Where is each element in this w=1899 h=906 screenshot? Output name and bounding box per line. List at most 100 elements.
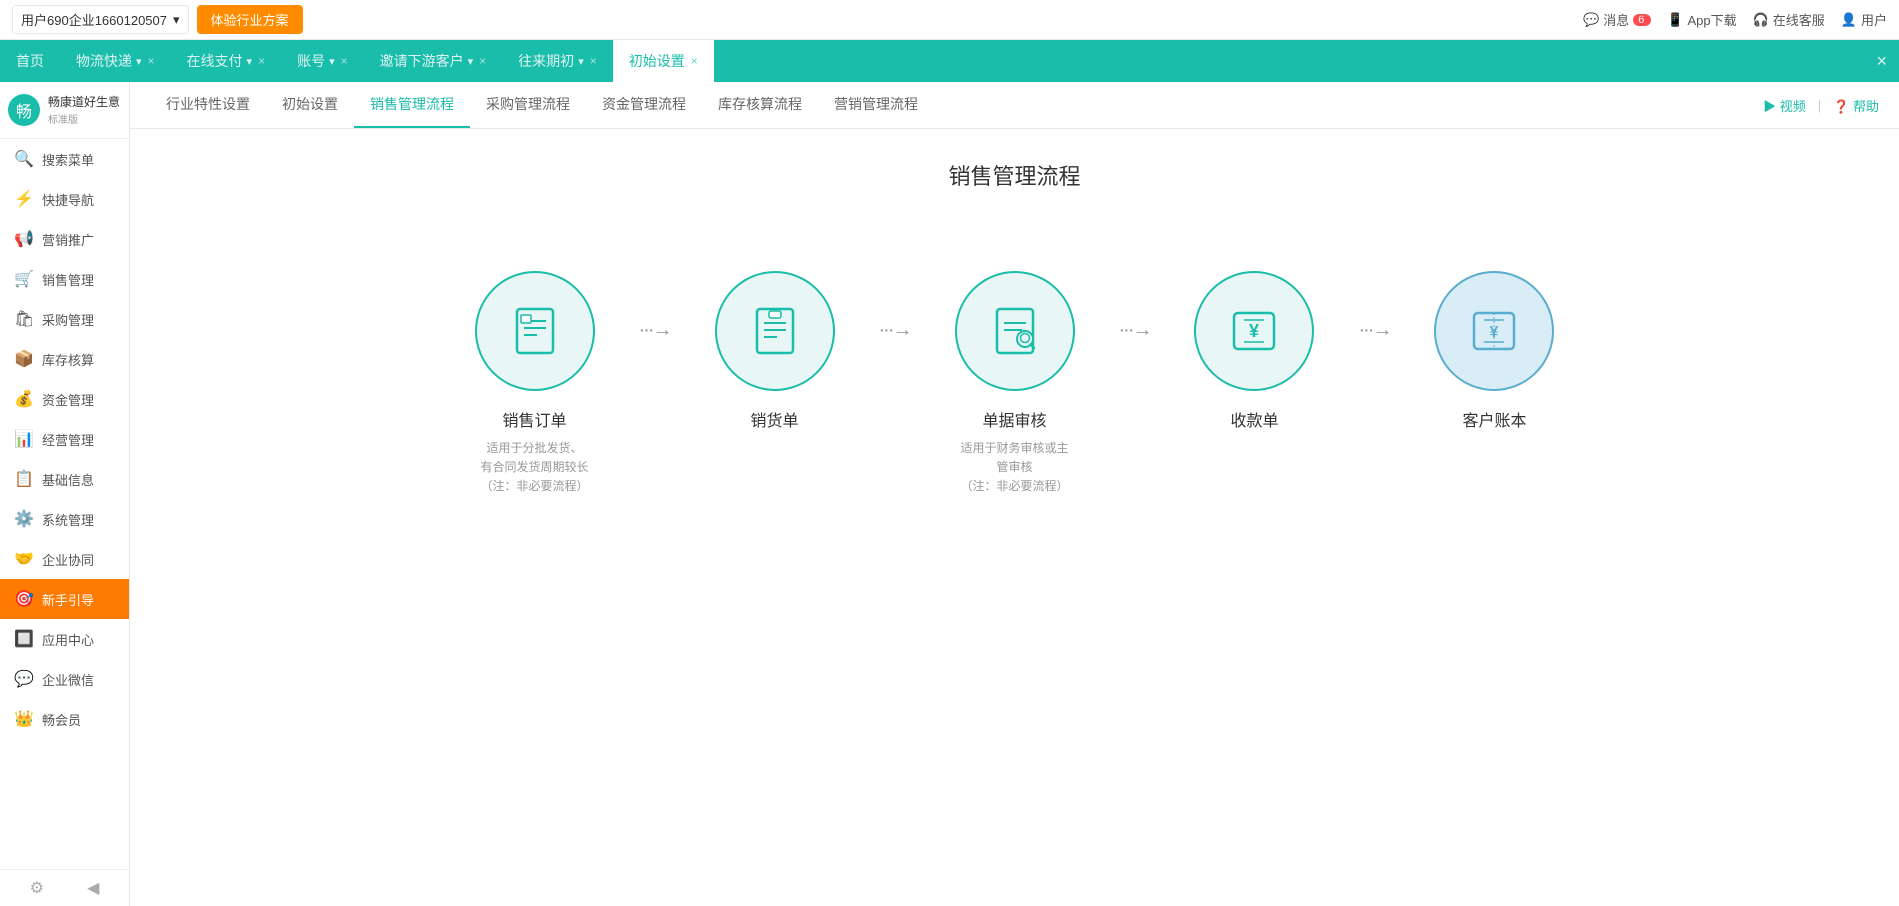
app-center-icon: 🔲 [14, 629, 34, 649]
sidebar-item-vip[interactable]: 👑 畅会员 [0, 699, 129, 739]
sub-nav-tabs: 行业特性设置 初始设置 销售管理流程 采购管理流程 资金管理流程 库存核算流程 [150, 82, 934, 128]
sidebar-item-enterprise-wechat-label: 企业微信 [42, 670, 94, 689]
arrow-dots-2: ···→ [879, 319, 911, 342]
search-icon: 🔍 [14, 149, 34, 169]
flow-label-ledger: 客户账本 [1462, 407, 1526, 431]
flow-circle-review [955, 271, 1075, 391]
sidebar-item-sales[interactable]: 🛒 销售管理 [0, 259, 129, 299]
tab-payment-close[interactable]: × [258, 54, 265, 68]
sidebar-item-collaboration[interactable]: 🤝 企业协同 [0, 539, 129, 579]
marketing-icon: 📢 [14, 229, 34, 249]
sidebar-item-system[interactable]: ⚙️ 系统管理 [0, 499, 129, 539]
quick-nav-icon: ⚡ [14, 189, 34, 209]
close-all-icon: × [1876, 51, 1887, 72]
tab-initial-setup[interactable]: 初始设置 × [613, 40, 714, 82]
enterprise-wechat-icon: 💬 [14, 669, 34, 689]
sidebar-item-app-center-label: 应用中心 [42, 630, 94, 649]
tab-logistics-arrow: ▾ [136, 55, 142, 68]
sidebar-item-basic-info[interactable]: 📋 基础信息 [0, 459, 129, 499]
sub-tab-purchase-flow-label: 采购管理流程 [486, 96, 570, 112]
sub-tab-marketing-flow[interactable]: 营销管理流程 [818, 82, 934, 128]
help-link[interactable]: ❓ 帮助 [1833, 96, 1879, 115]
sidebar-item-operations-label: 经营管理 [42, 430, 94, 449]
sub-tab-purchase-flow[interactable]: 采购管理流程 [470, 82, 586, 128]
tab-home-label: 首页 [16, 51, 44, 71]
flow-step-invoice[interactable]: 销货单 [675, 271, 875, 439]
sidebar-item-operations[interactable]: 📊 经营管理 [0, 419, 129, 459]
sidebar-menu: 🔍 搜索菜单 ⚡ 快捷导航 📢 营销推广 🛒 销售管理 🛍 采购管理 📦 [0, 139, 129, 869]
avatar-icon: 👤 [1841, 12, 1857, 28]
messages-label: 消息 [1603, 10, 1629, 29]
guide-icon: 🎯 [14, 589, 34, 609]
sub-tab-initial[interactable]: 初始设置 [266, 82, 354, 128]
sub-tab-industry[interactable]: 行业特性设置 [150, 82, 266, 128]
arrow-dots-4: ···→ [1358, 319, 1390, 342]
flow-step-ledger[interactable]: ¥ 客户账本 [1394, 271, 1594, 439]
tab-invite-customer-label: 邀请下游客户 [380, 51, 464, 71]
sidebar-item-sales-label: 销售管理 [42, 270, 94, 289]
sidebar-item-purchase-label: 采购管理 [42, 310, 94, 329]
tab-account-label: 账号 [297, 51, 325, 71]
tab-payment[interactable]: 在线支付 ▾ × [171, 40, 282, 82]
tab-invite-close[interactable]: × [479, 54, 486, 68]
sidebar-item-search[interactable]: 🔍 搜索菜单 [0, 139, 129, 179]
flow-step-receipt[interactable]: ¥ 收款单 [1154, 271, 1354, 439]
settings-footer-button[interactable]: ⚙ [30, 878, 44, 898]
flow-step-sales-order[interactable]: 销售订单 适用于分批发货、有合同发货周期较长（注：非必要流程） [435, 271, 635, 497]
user-avatar-link[interactable]: 👤 用户 [1841, 10, 1887, 29]
user-label: 用户 [1861, 10, 1887, 29]
sidebar-item-finance[interactable]: 💰 资金管理 [0, 379, 129, 419]
sub-tab-sales-flow-label: 销售管理流程 [370, 96, 454, 112]
tab-invite-customer[interactable]: 邀请下游客户 ▾ × [364, 40, 503, 82]
sidebar-item-finance-label: 资金管理 [42, 390, 94, 409]
tab-opening-balance-label: 往来期初 [518, 51, 574, 71]
sidebar-item-inventory[interactable]: 📦 库存核算 [0, 339, 129, 379]
sidebar-item-app-center[interactable]: 🔲 应用中心 [0, 619, 129, 659]
finance-icon: 💰 [14, 389, 34, 409]
help-label: 帮助 [1853, 99, 1879, 114]
message-icon: 💬 [1583, 12, 1599, 28]
trial-button[interactable]: 体验行业方案 [197, 5, 303, 34]
nav-tabs-bar: 首页 物流快递 ▾ × 在线支付 ▾ × 账号 ▾ × 邀请下游客户 ▾ × 往… [0, 40, 1899, 82]
messages-link[interactable]: 💬 消息 6 [1583, 10, 1651, 29]
tab-logistics[interactable]: 物流快递 ▾ × [60, 40, 171, 82]
tab-account-close[interactable]: × [341, 54, 348, 68]
sidebar-item-search-label: 搜索菜单 [42, 150, 94, 169]
sidebar-item-quick-nav[interactable]: ⚡ 快捷导航 [0, 179, 129, 219]
tab-logistics-label: 物流快递 [76, 51, 132, 71]
sub-tab-inventory-flow-label: 库存核算流程 [718, 96, 802, 112]
sidebar-item-marketing[interactable]: 📢 营销推广 [0, 219, 129, 259]
collapse-footer-button[interactable]: ◀ [87, 878, 99, 898]
video-help-link[interactable]: ▶ 视频 [1763, 96, 1806, 115]
flow-label-receipt: 收款单 [1230, 407, 1278, 431]
phone-icon: 📱 [1667, 12, 1683, 28]
tab-opening-balance[interactable]: 往来期初 ▾ × [502, 40, 613, 82]
sub-tab-inventory-flow[interactable]: 库存核算流程 [702, 82, 818, 128]
tab-initial-close[interactable]: × [691, 54, 698, 68]
sidebar: 畅 畅康道好生意 标准版 🔍 搜索菜单 ⚡ 快捷导航 📢 营销推广 🛒 销售管理 [0, 82, 130, 906]
user-selector[interactable]: 用户690企业1660120507 ▾ [12, 5, 189, 34]
flow-arrow-2: ···→ [875, 319, 915, 342]
sidebar-item-vip-label: 畅会员 [42, 710, 81, 729]
tab-account[interactable]: 账号 ▾ × [281, 40, 364, 82]
flow-circle-receipt: ¥ [1194, 271, 1314, 391]
sidebar-item-purchase[interactable]: 🛍 采购管理 [0, 299, 129, 339]
close-all-tabs-button[interactable]: × [1864, 40, 1899, 82]
operations-icon: 📊 [14, 429, 34, 449]
sidebar-item-quick-nav-label: 快捷导航 [42, 190, 94, 209]
sidebar-item-guide[interactable]: 🎯 新手引导 [0, 579, 129, 619]
flow-step-review[interactable]: 单据审核 适用于财务审核或主管审核（注：非必要流程） [915, 271, 1115, 497]
tab-opening-close[interactable]: × [590, 54, 597, 68]
sub-tab-industry-label: 行业特性设置 [166, 96, 250, 112]
sub-nav: 行业特性设置 初始设置 销售管理流程 采购管理流程 资金管理流程 库存核算流程 [130, 82, 1899, 129]
sub-tab-sales-flow[interactable]: 销售管理流程 [354, 82, 470, 128]
online-service-link[interactable]: 🎧 在线客服 [1753, 10, 1825, 29]
tab-home[interactable]: 首页 [0, 40, 60, 82]
tab-invite-arrow: ▾ [468, 55, 474, 68]
basic-info-icon: 📋 [14, 469, 34, 489]
sidebar-item-enterprise-wechat[interactable]: 💬 企业微信 [0, 659, 129, 699]
logo-icon: 畅 [8, 94, 40, 126]
sub-tab-finance-flow[interactable]: 资金管理流程 [586, 82, 702, 128]
tab-logistics-close[interactable]: × [148, 54, 155, 68]
app-download-link[interactable]: 📱 App下载 [1667, 10, 1736, 29]
